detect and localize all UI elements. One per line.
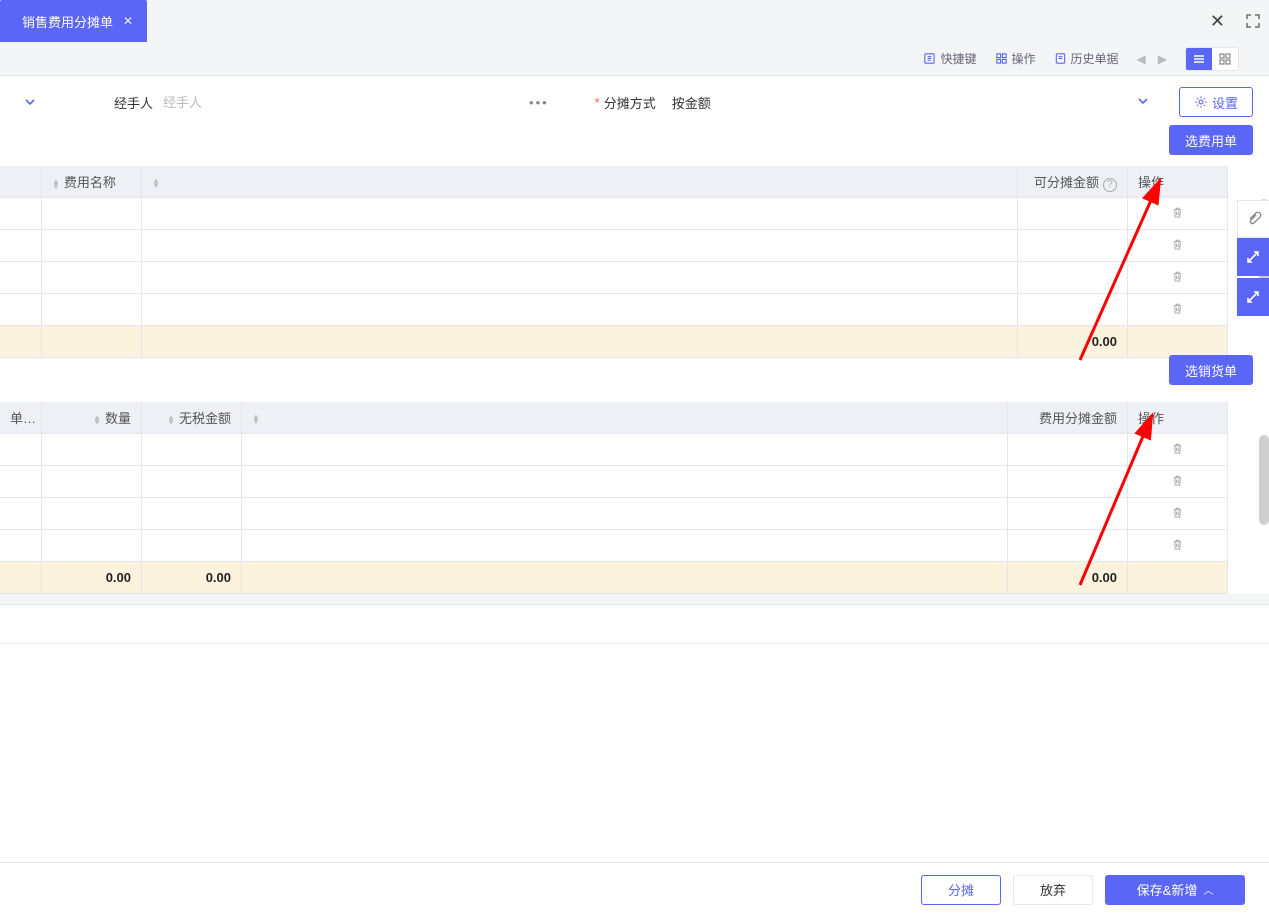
col-notax[interactable]: ▲▼无税金额 [142, 402, 242, 434]
trash-icon[interactable] [1171, 539, 1184, 554]
method-value: 按金额 [672, 93, 711, 112]
pick-expense-button[interactable]: 选费用单 [1169, 125, 1253, 155]
save-new-label: 保存&新增 [1137, 880, 1198, 899]
history-button[interactable]: 历史单据 [1054, 50, 1119, 67]
settings-label: 设置 [1212, 93, 1238, 112]
chevron-up-icon: ︿ [1203, 882, 1213, 897]
method-label: 分摊方式 [604, 93, 656, 112]
allocate-button[interactable]: 分摊 [921, 875, 1001, 905]
expand-icon[interactable] [1237, 238, 1269, 276]
table-row[interactable] [0, 294, 1228, 326]
trash-icon[interactable] [1171, 303, 1184, 318]
settings-button[interactable]: 设置 [1179, 87, 1253, 117]
scrollbar[interactable] [1259, 435, 1269, 525]
trash-icon[interactable] [1171, 271, 1184, 286]
handler-label: 经手人 [114, 93, 153, 112]
trash-icon[interactable] [1171, 239, 1184, 254]
shortcut-button[interactable]: 快捷键 [923, 50, 976, 67]
sum-fee: 0.00 [1008, 562, 1128, 594]
tab-title: 销售费用分摊单 [22, 12, 113, 31]
table-row[interactable] [0, 466, 1228, 498]
col-fee[interactable]: 费用分摊金额 [1008, 402, 1128, 434]
sum-row: 0.000.000.00 [0, 562, 1228, 594]
combo-chevron-down-icon[interactable] [16, 96, 44, 108]
col-blank2[interactable]: ▲▼ [142, 166, 1018, 198]
sum-notax: 0.00 [142, 562, 242, 594]
chevron-down-icon [1131, 95, 1155, 110]
method-select[interactable]: 按金额 [666, 93, 1179, 112]
sum-row: 0.00 [0, 326, 1228, 358]
toolbar-strip: 快捷键 操作 历史单据 ◀ ▶ [0, 42, 1269, 76]
trash-icon[interactable] [1171, 207, 1184, 222]
col-blank3[interactable]: ▲▼ [242, 402, 1008, 434]
tab-bar: 销售费用分摊单 ✕ ✕ [0, 0, 1269, 42]
action-label: 操作 [1012, 50, 1036, 67]
tab-close-icon[interactable]: ✕ [123, 14, 133, 28]
view-list-icon[interactable] [1186, 48, 1212, 70]
action-button[interactable]: 操作 [995, 50, 1036, 67]
table-row[interactable] [0, 230, 1228, 262]
next-icon[interactable]: ▶ [1158, 52, 1167, 66]
sales-section: 选销货单 单位 ▲▼数量 ▲▼无税金额 ▲▼ 费用分摊金额 操作 [0, 358, 1269, 594]
more-icon[interactable]: ••• [523, 95, 555, 110]
trash-icon[interactable] [1171, 443, 1184, 458]
view-grid-icon[interactable] [1212, 48, 1238, 70]
sum-alloc: 0.00 [1018, 326, 1128, 358]
fullscreen-icon[interactable] [1245, 13, 1261, 29]
col-op: 操作 [1128, 166, 1228, 198]
close-button[interactable]: ✕ [1200, 11, 1235, 32]
col-qty[interactable]: ▲▼数量 [42, 402, 142, 434]
nav-arrows: ◀ ▶ [1137, 52, 1167, 66]
footer: 分摊 放弃 保存&新增 ︿ [0, 862, 1269, 916]
view-toggle [1185, 47, 1239, 71]
col-name[interactable]: ▲▼费用名称 [42, 166, 142, 198]
trash-icon[interactable] [1171, 475, 1184, 490]
history-label: 历史单据 [1071, 50, 1119, 67]
prev-icon[interactable]: ◀ [1137, 52, 1146, 66]
trash-icon[interactable] [1171, 507, 1184, 522]
col-blank [0, 166, 42, 198]
attachment-icon[interactable] [1237, 200, 1269, 238]
col-alloc[interactable]: 可分摊金额? [1018, 166, 1128, 198]
expense-table: ▲▼费用名称 ▲▼ 可分摊金额? 操作 0.00 [0, 166, 1228, 358]
table-row[interactable] [0, 434, 1228, 466]
side-tools [1237, 200, 1269, 316]
table-row[interactable] [0, 262, 1228, 294]
sum-qty: 0.00 [42, 562, 142, 594]
table-row[interactable] [0, 498, 1228, 530]
expand-icon[interactable] [1237, 278, 1269, 316]
col-unit[interactable]: 单位 [0, 402, 42, 434]
table-row[interactable] [0, 530, 1228, 562]
blank-block [0, 604, 1269, 644]
shortcut-label: 快捷键 [940, 50, 976, 67]
tab-active[interactable]: 销售费用分摊单 ✕ [0, 0, 147, 42]
col-op2: 操作 [1128, 402, 1228, 434]
table-row[interactable] [0, 198, 1228, 230]
save-new-button[interactable]: 保存&新增 ︿ [1105, 875, 1245, 905]
expense-section: 选费用单 ▲▼费用名称 ▲▼ 可分摊金额? 操作 [0, 128, 1269, 358]
help-icon[interactable]: ? [1103, 178, 1117, 192]
handler-input[interactable] [163, 89, 523, 116]
pick-sales-button[interactable]: 选销货单 [1169, 355, 1253, 385]
gear-icon [1194, 95, 1208, 109]
form-row: 经手人 ••• * 分摊方式 按金额 设置 [0, 76, 1269, 128]
required-mark: * [595, 95, 600, 110]
abandon-button[interactable]: 放弃 [1013, 875, 1093, 905]
sales-table: 单位 ▲▼数量 ▲▼无税金额 ▲▼ 费用分摊金额 操作 0.000.000.00 [0, 402, 1228, 594]
